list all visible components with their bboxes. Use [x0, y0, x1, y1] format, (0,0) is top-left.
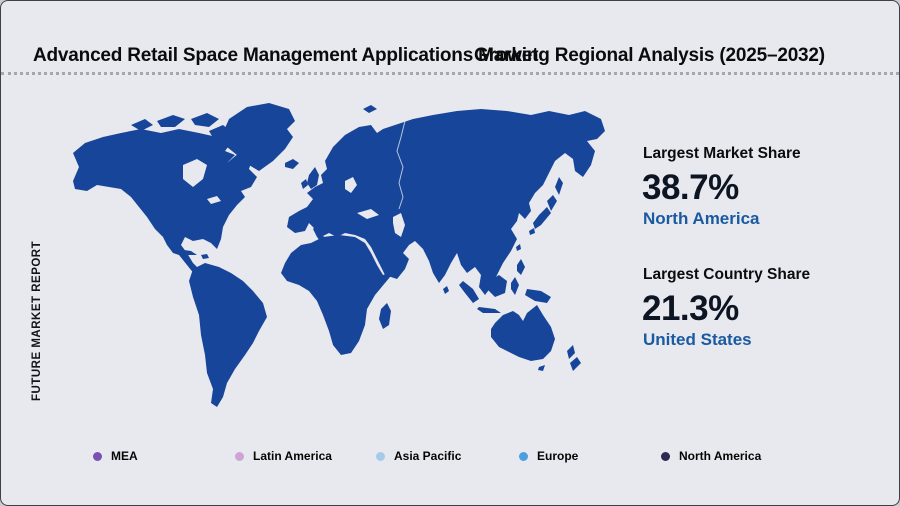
legend-item-north-america: North America: [661, 449, 761, 463]
largest-country-share-region: United States: [643, 330, 752, 349]
legend-label-mea: MEA: [111, 449, 138, 463]
legend-label-latin-america: Latin America: [253, 449, 332, 463]
legend-dot-mea: [93, 451, 102, 461]
largest-country-share-value: 21.3%: [642, 289, 739, 328]
legend-label-north-america: North America: [679, 449, 762, 463]
legend-item-europe: Europe: [519, 449, 578, 463]
legend-item-mea: MEA: [93, 449, 138, 463]
legend-dot-asia-pacific: [376, 451, 385, 461]
report-card: Advanced Retail Space Management Applica…: [0, 0, 900, 506]
legend-item-asia-pacific: Asia Pacific: [376, 449, 461, 463]
title-analysis-range: Growing Regional Analysis (2025–2032): [474, 45, 825, 66]
legend-dot-north-america: [661, 451, 670, 461]
world-landmass: [73, 103, 605, 407]
world-map-svg: [73, 103, 605, 407]
largest-market-share-region: North America: [643, 209, 760, 228]
largest-market-share-value: 38.7%: [642, 168, 739, 207]
dotted-divider: [1, 72, 899, 75]
title-market-name: Advanced Retail Space Management Applica…: [33, 45, 539, 66]
legend-dot-europe: [519, 451, 528, 461]
legend-item-latin-america: Latin America: [235, 449, 332, 463]
brand-vertical-label: FUTURE MARKET REPORT: [31, 240, 43, 402]
world-map: [61, 87, 621, 423]
legend-label-europe: Europe: [537, 449, 579, 463]
largest-market-share-label: Largest Market Share: [643, 145, 801, 162]
largest-country-share-label: Largest Country Share: [643, 266, 811, 283]
legend-label-asia-pacific: Asia Pacific: [394, 449, 462, 463]
legend-dot-latin-america: [235, 451, 244, 461]
